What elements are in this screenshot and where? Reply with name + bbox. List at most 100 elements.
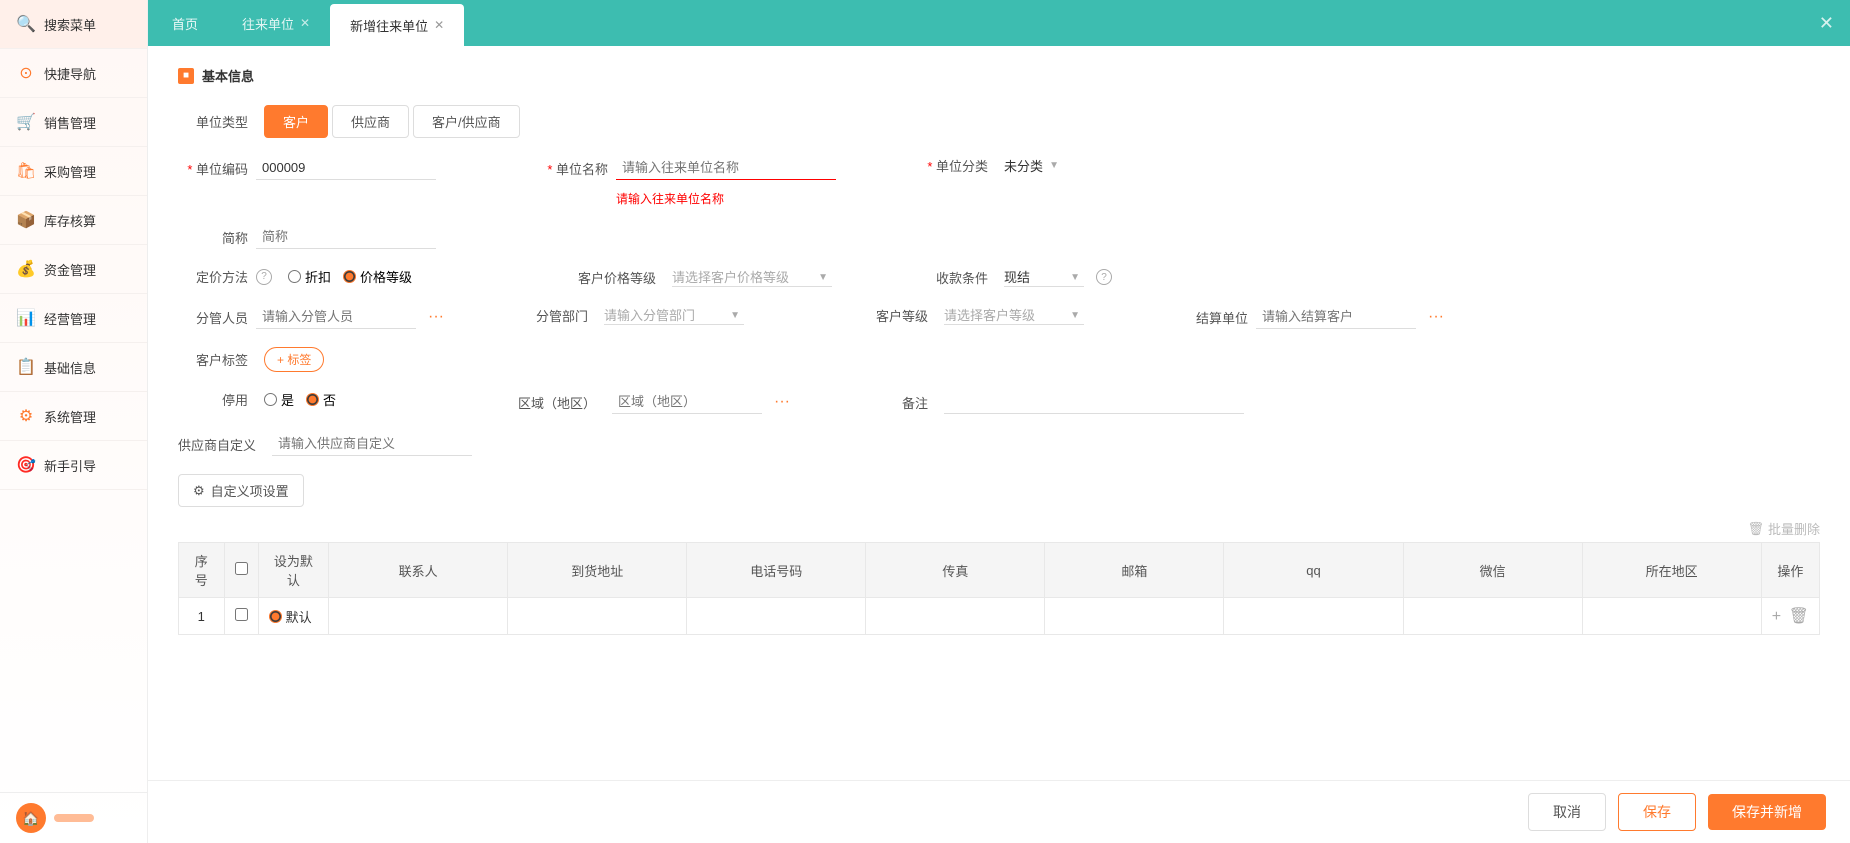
search-icon: 🔍 [16, 14, 36, 34]
region-dots-btn[interactable]: ··· [770, 393, 794, 411]
row-checkbox[interactable] [235, 608, 248, 621]
sidebar-item-system[interactable]: ⚙ 系统管理 [0, 392, 147, 441]
sidebar-item-operation[interactable]: 📊 经营管理 [0, 294, 147, 343]
add-tag-btn[interactable]: + 标签 [264, 347, 324, 372]
unit-name-field: 单位名称 请输入往来单位名称 [538, 156, 878, 207]
td-wechat [1403, 598, 1582, 635]
payment-field: 收款条件 现结 ▼ ? [918, 267, 1218, 287]
batch-delete-btn[interactable]: 🗑 批量删除 [178, 519, 1820, 538]
footer: 取消 保存 保存并新增 [148, 780, 1850, 843]
sidebar-item-purchase[interactable]: 🛍 采购管理 [0, 147, 147, 196]
wechat-input[interactable] [1414, 609, 1572, 624]
save-new-button[interactable]: 保存并新增 [1708, 794, 1826, 830]
sidebar-item-quicknav[interactable]: ⊙ 快捷导航 [0, 49, 147, 98]
custom-settings-label: 自定义项设置 [211, 481, 289, 500]
unit-category-select-wrap: 未分类 ▼ [1004, 156, 1063, 175]
disabled-yes-option[interactable]: 是 [264, 390, 294, 409]
payment-help-icon[interactable]: ? [1096, 269, 1112, 285]
btn-type-customer[interactable]: 客户 [264, 105, 328, 138]
tab-home[interactable]: 首页 [148, 0, 222, 46]
disabled-yes-radio[interactable] [264, 393, 277, 406]
table-header-row: 序号 设为默认 联系人 到货地址 电话号码 传真 邮箱 qq 微信 所在地区 操… [179, 543, 1820, 598]
settlement-input[interactable] [1256, 305, 1416, 329]
th-wechat: 微信 [1403, 543, 1582, 598]
operation-icon: 📊 [16, 308, 36, 328]
sidebar-item-guide[interactable]: 🎯 新手引导 [0, 441, 147, 490]
address-input[interactable] [518, 609, 676, 624]
qq-input[interactable] [1234, 609, 1392, 624]
td-no: 1 [179, 598, 225, 635]
remark-input[interactable] [944, 390, 1244, 414]
payment-value: 现结 [1004, 267, 1084, 287]
phone-input[interactable] [697, 609, 855, 624]
save-button[interactable]: 保存 [1618, 793, 1696, 831]
disabled-no-radio[interactable] [306, 393, 319, 406]
sidebar-item-label: 经营管理 [44, 309, 96, 328]
payment-label: 收款条件 [918, 268, 988, 287]
td-email [1045, 598, 1224, 635]
default-radio-option[interactable]: 默认 [269, 607, 319, 626]
settlement-dots-btn[interactable]: ··· [1424, 308, 1448, 326]
cancel-button[interactable]: 取消 [1528, 793, 1606, 831]
sidebar-item-basic[interactable]: 📋 基础信息 [0, 343, 147, 392]
add-row-btn[interactable]: + [1772, 608, 1781, 625]
quicknav-icon: ⊙ [16, 63, 36, 83]
supplier-custom-label: 供应商自定义 [178, 435, 256, 454]
sidebar-item-sales[interactable]: 🛒 销售管理 [0, 98, 147, 147]
row-region-input[interactable] [1593, 609, 1751, 624]
unit-code-input[interactable] [256, 156, 436, 180]
pricing-radio-group: 折扣 价格等级 [288, 267, 412, 286]
delete-row-btn[interactable]: 🗑 [1789, 608, 1809, 625]
customer-price-placeholder: 请选择客户价格等级 [672, 267, 832, 287]
abbr-field: 简称 [178, 225, 498, 249]
customer-level-field: 客户等级 请选择客户等级 ▼ [858, 305, 1138, 325]
pricing-discount-radio[interactable] [288, 270, 301, 283]
tab-partner-label: 往来单位 [242, 14, 294, 33]
basic-icon: 📋 [16, 357, 36, 377]
default-radio[interactable] [269, 610, 282, 623]
pricing-field: 定价方法 ? 折扣 价格等级 [178, 267, 558, 286]
supplier-custom-field: 供应商自定义 [178, 432, 578, 456]
supplier-custom-input[interactable] [272, 432, 472, 456]
unit-name-input[interactable] [616, 156, 836, 180]
btn-type-both[interactable]: 客户/供应商 [413, 105, 520, 138]
disabled-no-option[interactable]: 否 [306, 390, 336, 409]
customer-level-select[interactable]: 请选择客户等级 ▼ [944, 305, 1084, 325]
customer-price-select[interactable]: 请选择客户价格等级 ▼ [672, 267, 832, 287]
abbr-label: 简称 [178, 228, 248, 247]
sidebar-item-finance[interactable]: 💰 资金管理 [0, 245, 147, 294]
custom-settings-btn[interactable]: ⚙ 自定义项设置 [178, 474, 304, 507]
tab-partner-close[interactable]: ✕ [300, 16, 310, 30]
settlement-field: 结算单位 ··· [1178, 305, 1478, 329]
payment-select[interactable]: 现结 ▼ [1004, 267, 1084, 287]
fax-input[interactable] [876, 609, 1034, 624]
pricing-discount-option[interactable]: 折扣 [288, 267, 331, 286]
tag-label: 客户标签 [178, 350, 248, 369]
sidebar-item-inventory[interactable]: 📦 库存核算 [0, 196, 147, 245]
sidebar: 🔍 搜索菜单 ⊙ 快捷导航 🛒 销售管理 🛍 采购管理 📦 库存核算 💰 资金管… [0, 0, 148, 843]
dept-select[interactable]: 请输入分管部门 ▼ [604, 305, 744, 325]
tab-new-partner[interactable]: 新增往来单位 ✕ [330, 4, 464, 46]
disabled-yes-label: 是 [281, 390, 294, 409]
unit-type-field: 单位类型 客户 供应商 客户/供应商 [178, 105, 1820, 138]
select-all-checkbox[interactable] [235, 562, 248, 575]
abbr-input[interactable] [256, 225, 436, 249]
tab-partner[interactable]: 往来单位 ✕ [222, 0, 330, 46]
manager-dots-btn[interactable]: ··· [424, 308, 448, 326]
pricing-help-icon[interactable]: ? [256, 269, 272, 285]
region-label: 区域（地区） [518, 393, 596, 412]
unit-code-field: 单位编码 [178, 156, 498, 180]
tabbar-close-btn[interactable]: ✕ [1819, 13, 1834, 34]
unit-type-row: 单位类型 客户 供应商 客户/供应商 [178, 105, 1820, 138]
settlement-label: 结算单位 [1178, 308, 1248, 327]
sidebar-item-search[interactable]: 🔍 搜索菜单 [0, 0, 147, 49]
region-input[interactable] [612, 390, 762, 414]
tab-new-partner-close[interactable]: ✕ [434, 18, 444, 32]
pricing-level-radio[interactable] [343, 270, 356, 283]
contact-input[interactable] [339, 609, 497, 624]
manager-input[interactable] [256, 305, 416, 329]
batch-delete-label: 批量删除 [1768, 519, 1820, 538]
btn-type-supplier[interactable]: 供应商 [332, 105, 409, 138]
email-input[interactable] [1055, 609, 1213, 624]
pricing-level-option[interactable]: 价格等级 [343, 267, 412, 286]
